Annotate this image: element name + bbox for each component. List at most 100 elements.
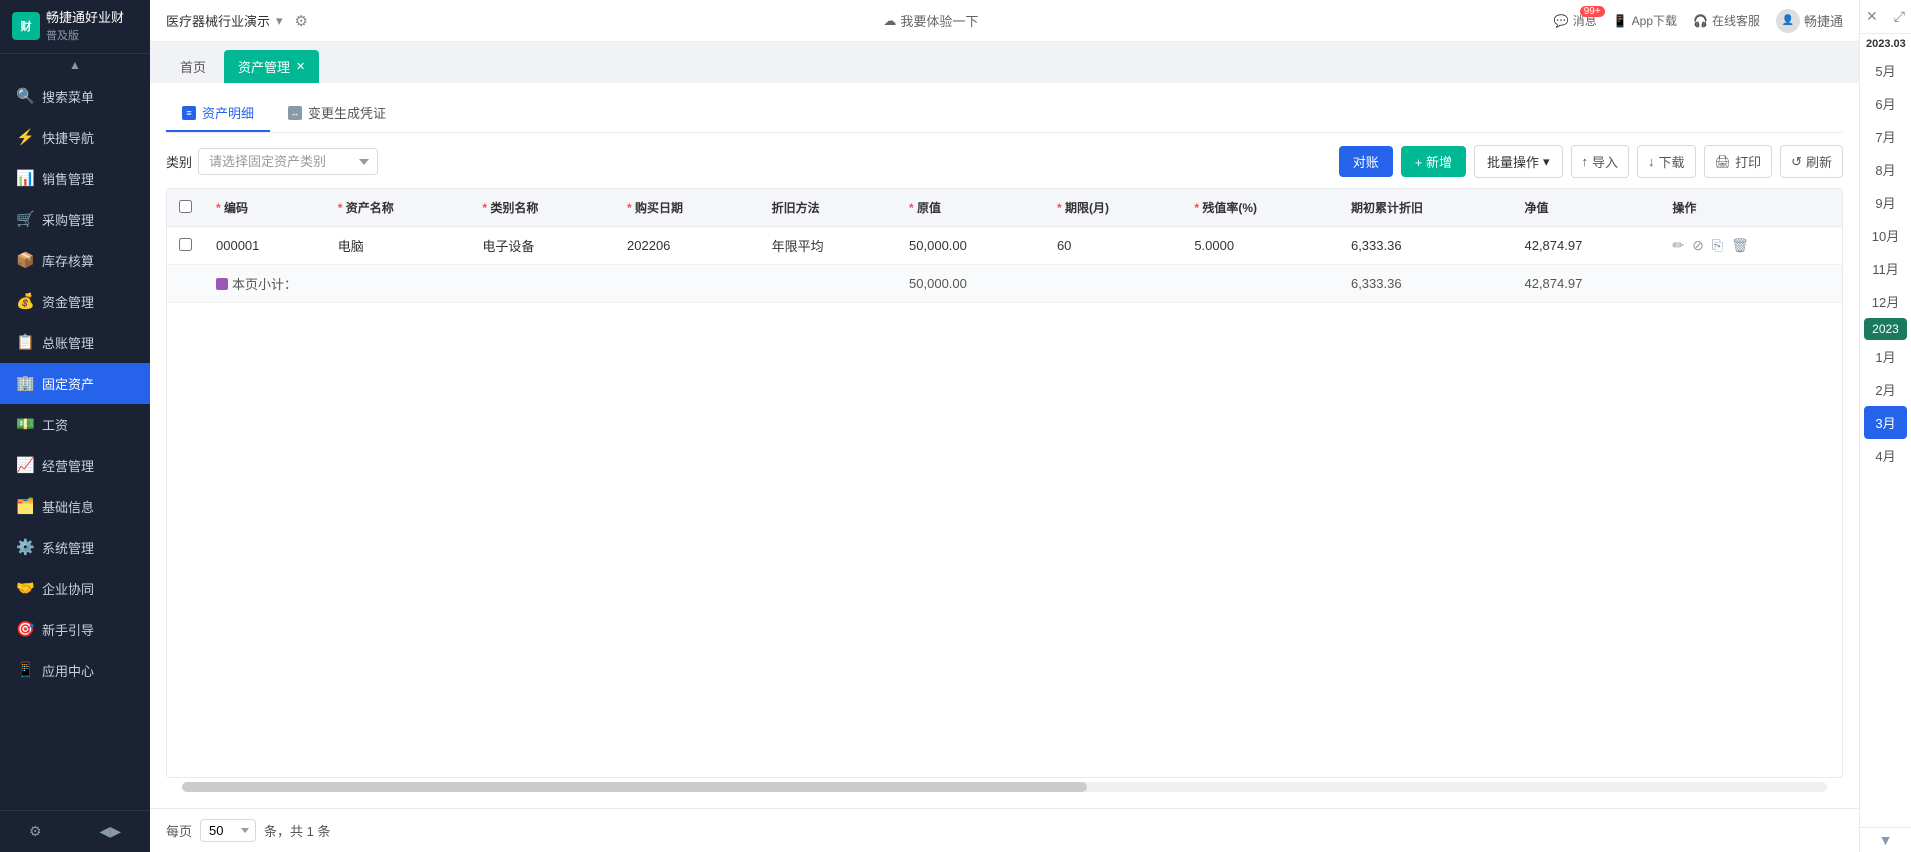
refresh-icon: ↺ (1791, 154, 1802, 170)
month-item-6[interactable]: 6月 (1860, 87, 1911, 120)
sidebar-item-inventory[interactable]: 📦 库存核算 (0, 240, 150, 281)
message-btn[interactable]: 💬 消息 99+ (1554, 12, 1597, 29)
table-body: 000001 电脑 电子设备 202206 年限平均 50,000.00 60 … (167, 227, 1842, 303)
tab-home[interactable]: 首页 (166, 50, 220, 83)
panel-year: 2023.03 (1860, 34, 1911, 54)
panel-bottom: ▼ (1860, 827, 1911, 852)
purchase-icon: 🛒 (16, 210, 34, 228)
import-btn[interactable]: ↑ 导入 (1571, 145, 1630, 178)
subtab-change-voucher[interactable]: ↔ 变更生成凭证 (272, 95, 402, 132)
service-icon: 🎧 (1693, 14, 1708, 28)
sidebar-item-search[interactable]: 🔍 搜索菜单 (0, 76, 150, 117)
refresh-btn[interactable]: ↺ 刷新 (1780, 145, 1843, 178)
user-menu[interactable]: 👤 畅捷通 (1776, 9, 1843, 33)
cell-residual-rate: 5.0000 (1182, 227, 1339, 265)
header-checkbox[interactable] (179, 200, 192, 213)
scrollbar-thumb[interactable] (182, 782, 1087, 792)
tab-close-icon[interactable]: ✕ (296, 60, 305, 73)
sidebar-scroll-up[interactable]: ▲ (0, 54, 150, 76)
sidebar-label-quicknav: 快捷导航 (42, 128, 94, 147)
month-item-5[interactable]: 5月 (1860, 54, 1911, 87)
panel-expand-btn[interactable]: ⤢ (1894, 8, 1905, 25)
sidebar-item-purchase[interactable]: 🛒 采购管理 (0, 199, 150, 240)
ledger-icon: 📋 (16, 333, 34, 351)
sidebar-item-system[interactable]: ⚙️ 系统管理 (0, 527, 150, 568)
month-item-3-current[interactable]: 3月 (1864, 406, 1907, 439)
pagination: 每页 50 10 20 100 条，共 1 条 (150, 808, 1859, 852)
sidebar-label-basics: 基础信息 (42, 497, 94, 516)
sidebar-item-quicknav[interactable]: ⚡ 快捷导航 (0, 117, 150, 158)
sidebar-item-sales[interactable]: 📊 销售管理 (0, 158, 150, 199)
category-filter[interactable]: 请选择固定资产类别 (198, 148, 378, 175)
edit-icon[interactable]: ✏ (1672, 237, 1684, 254)
download-btn[interactable]: ↓ 下载 (1637, 145, 1696, 178)
toolbar: 类别 请选择固定资产类别 对账 + 新增 批量操作 ▾ (166, 145, 1843, 178)
header-checkbox-cell (167, 189, 204, 227)
batch-btn[interactable]: 批量操作 ▾ (1474, 145, 1563, 178)
print-btn[interactable]: 🖨 打印 (1704, 145, 1773, 178)
tab-home-label: 首页 (180, 57, 206, 76)
month-item-12[interactable]: 12月 (1860, 285, 1911, 318)
month-item-9[interactable]: 9月 (1860, 186, 1911, 219)
app-download-label: App下载 (1632, 12, 1677, 29)
delete-icon[interactable]: 🗑 (1731, 237, 1749, 254)
header-period: 期限(月) (1045, 189, 1182, 227)
sidebar-item-operations[interactable]: 📈 经营管理 (0, 445, 150, 486)
experience-icon: ☁ (883, 13, 896, 29)
experience-btn[interactable]: ☁ 我要体验一下 (883, 11, 978, 30)
subtab-asset-detail[interactable]: ≡ 资产明细 (166, 95, 270, 132)
sidebar-item-basics[interactable]: 🗂️ 基础信息 (0, 486, 150, 527)
company-dropdown-icon[interactable]: ▾ (276, 13, 283, 29)
horizontal-scrollbar[interactable] (182, 782, 1827, 792)
header-original-value: 原值 (897, 189, 1045, 227)
sidebar-item-collab[interactable]: 🤝 企业协同 (0, 568, 150, 609)
sidebar-settings-btn[interactable]: ⚙ (21, 819, 50, 844)
system-icon: ⚙️ (16, 538, 34, 556)
sidebar-collapse-btn[interactable]: ◀▶ (91, 819, 129, 844)
subtotal-action-empty (1660, 265, 1842, 303)
subtotal-accumulated: 6,333.36 (1339, 265, 1513, 303)
year-label-2023: 2023 (1864, 318, 1907, 340)
sidebar-item-guide[interactable]: 🎯 新手引导 (0, 609, 150, 650)
sidebar-item-fixed-assets[interactable]: 🏢 固定资产 (0, 363, 150, 404)
cell-period: 60 (1045, 227, 1182, 265)
settings-icon[interactable]: ⚙ (295, 12, 308, 30)
collab-icon: 🤝 (16, 579, 34, 597)
month-item-11[interactable]: 11月 (1860, 252, 1911, 285)
deactivate-icon[interactable]: ⊘ (1692, 237, 1704, 254)
row-checkbox[interactable] (179, 238, 192, 251)
sidebar: 财 畅捷通好业财 普及版 ▲ 🔍 搜索菜单 ⚡ 快捷导航 📊 销售管理 🛒 采购… (0, 0, 150, 852)
month-item-8[interactable]: 8月 (1860, 153, 1911, 186)
avatar: 👤 (1776, 9, 1800, 33)
month-item-1[interactable]: 1月 (1860, 340, 1911, 373)
sidebar-item-funds[interactable]: 💰 资金管理 (0, 281, 150, 322)
app-download-btn[interactable]: 📱 App下载 (1613, 12, 1677, 29)
reconcile-btn[interactable]: 对账 (1339, 146, 1393, 177)
month-item-4[interactable]: 4月 (1860, 439, 1911, 472)
per-page-select[interactable]: 50 10 20 100 (200, 819, 256, 842)
sidebar-label-system: 系统管理 (42, 538, 94, 557)
month-item-2[interactable]: 2月 (1860, 373, 1911, 406)
apps-icon: 📱 (16, 661, 34, 679)
panel-close-btn[interactable]: ✕ (1866, 8, 1878, 25)
sidebar-item-ledger[interactable]: 📋 总账管理 (0, 322, 150, 363)
tab-asset-management[interactable]: 资产管理 ✕ (224, 50, 319, 83)
download-icon: 📱 (1613, 14, 1628, 28)
asset-table: 编码 资产名称 类别名称 购买日期 折旧方法 原值 期限(月) 残值率(%) 期… (167, 189, 1842, 303)
copy-icon[interactable]: ⎘ (1712, 237, 1723, 254)
sidebar-item-apps[interactable]: 📱 应用中心 (0, 650, 150, 691)
sales-icon: 📊 (16, 169, 34, 187)
subtotal-period-empty (1045, 265, 1182, 303)
user-name: 畅捷通 (1804, 11, 1843, 30)
asset-table-wrap: 编码 资产名称 类别名称 购买日期 折旧方法 原值 期限(月) 残值率(%) 期… (166, 188, 1843, 778)
month-item-7[interactable]: 7月 (1860, 120, 1911, 153)
cell-original-value: 50,000.00 (897, 227, 1045, 265)
online-service-btn[interactable]: 🎧 在线客服 (1693, 12, 1760, 29)
month-item-10[interactable]: 10月 (1860, 219, 1911, 252)
table-row: 000001 电脑 电子设备 202206 年限平均 50,000.00 60 … (167, 227, 1842, 265)
sidebar-item-salary[interactable]: 💵 工资 (0, 404, 150, 445)
sidebar-label-purchase: 采购管理 (42, 210, 94, 229)
new-btn[interactable]: + 新增 (1401, 146, 1466, 177)
change-voucher-icon: ↔ (288, 106, 302, 120)
panel-down-arrow[interactable]: ▼ (1879, 832, 1893, 848)
